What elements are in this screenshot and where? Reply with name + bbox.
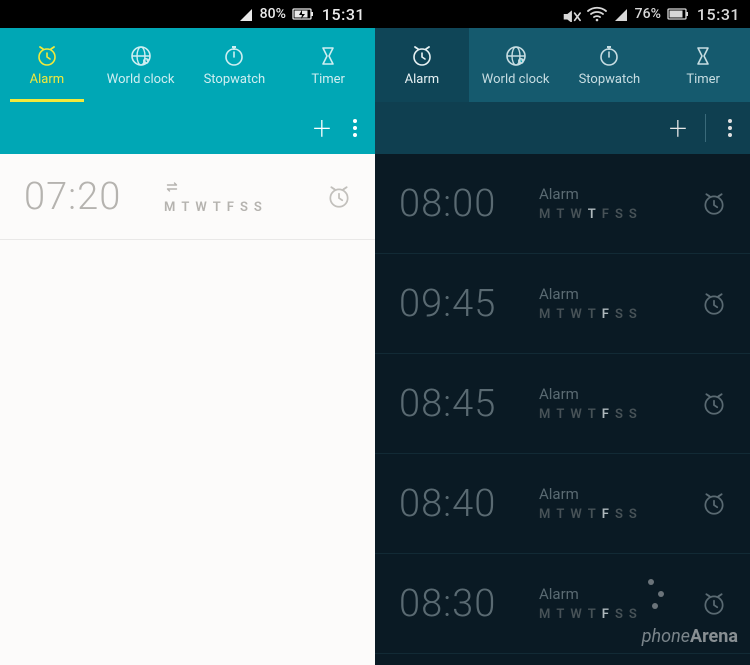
- alarm-name: Alarm: [539, 185, 696, 203]
- status-time: 15:31: [322, 5, 365, 24]
- globe-icon: [504, 43, 528, 69]
- tab-label: Timer: [686, 72, 720, 87]
- alarm-icon: [35, 43, 59, 69]
- alarm-time: 08:30: [399, 582, 539, 626]
- hourglass-icon: [691, 43, 715, 69]
- alarm-row[interactable]: 08:00Alarm MTWTFSS: [375, 154, 750, 254]
- battery-charging-icon: [292, 6, 314, 22]
- mute-icon: [561, 6, 581, 22]
- alarm-time: 09:45: [399, 282, 539, 326]
- alarm-time: 08:40: [399, 482, 539, 526]
- tab-bar: Alarm World clock Stopwatch Timer: [375, 28, 750, 102]
- tab-label: Alarm: [405, 72, 440, 87]
- add-alarm-button[interactable]: +: [313, 112, 331, 144]
- alarm-name: Alarm: [539, 585, 696, 603]
- alarm-toggle-icon[interactable]: [696, 291, 732, 317]
- alarm-row[interactable]: 08:30Alarm MTWTFSS: [375, 554, 750, 654]
- tab-timer[interactable]: Timer: [656, 28, 750, 102]
- signal-icon: [238, 7, 254, 21]
- status-bar: 80% 15:31: [0, 0, 375, 28]
- alarm-days: MTWTFSS: [164, 200, 321, 215]
- tab-alarm[interactable]: Alarm: [0, 28, 94, 102]
- action-bar: +: [375, 102, 750, 154]
- signal-icon: [613, 7, 629, 21]
- divider: [705, 114, 706, 142]
- alarm-days: MTWTFSS: [539, 307, 696, 322]
- stopwatch-icon: [222, 43, 246, 69]
- status-bar: 76% 15:31: [375, 0, 750, 28]
- overflow-menu-button[interactable]: [724, 115, 736, 141]
- overflow-menu-button[interactable]: [349, 115, 361, 141]
- alarm-toggle-icon[interactable]: [321, 184, 357, 210]
- tab-label: World clock: [107, 72, 175, 87]
- battery-icon: [667, 6, 689, 22]
- action-bar: +: [0, 102, 375, 154]
- wifi-icon: [587, 6, 607, 22]
- alarm-row[interactable]: 09:45Alarm MTWTFSS: [375, 254, 750, 354]
- alarm-row[interactable]: 08:40Alarm MTWTFSS: [375, 454, 750, 554]
- stopwatch-icon: [597, 43, 621, 69]
- alarm-days: MTWTFSS: [539, 507, 696, 522]
- tab-bar: Alarm World clock Stopwatch Timer: [0, 28, 375, 102]
- alarm-time: 07:20: [24, 175, 164, 219]
- alarm-icon: [410, 43, 434, 69]
- alarm-name: Alarm: [539, 485, 696, 503]
- tab-label: Alarm: [30, 72, 65, 87]
- alarm-time: 08:45: [399, 382, 539, 426]
- alarm-toggle-icon[interactable]: [696, 391, 732, 417]
- alarm-days: MTWTFSS: [539, 407, 696, 422]
- alarm-list[interactable]: 07:20 MTWTFSS: [0, 154, 375, 665]
- alarm-toggle-icon[interactable]: [696, 491, 732, 517]
- tab-timer[interactable]: Timer: [281, 28, 375, 102]
- repeat-icon: [164, 178, 321, 192]
- tab-label: Stopwatch: [579, 72, 641, 87]
- left-screenshot: 80% 15:31 Alarm World clock Stopwatch Ti…: [0, 0, 375, 665]
- alarm-row[interactable]: 07:20 MTWTFSS: [0, 154, 375, 240]
- globe-icon: [129, 43, 153, 69]
- add-alarm-button[interactable]: +: [669, 112, 687, 144]
- battery-pct: 80%: [260, 6, 286, 22]
- alarm-row[interactable]: 08:45Alarm MTWTFSS: [375, 354, 750, 454]
- tab-label: World clock: [482, 72, 550, 87]
- alarm-toggle-icon[interactable]: [696, 191, 732, 217]
- tab-world-clock[interactable]: World clock: [94, 28, 188, 102]
- alarm-toggle-icon[interactable]: [696, 591, 732, 617]
- alarm-time: 08:00: [399, 182, 539, 226]
- alarm-list[interactable]: 08:00AlarmMTWTFSS09:45AlarmMTWTFSS08:45A…: [375, 154, 750, 665]
- battery-pct: 76%: [635, 6, 661, 22]
- alarm-name: Alarm: [539, 385, 696, 403]
- alarm-days: MTWTFSS: [539, 207, 696, 222]
- tab-stopwatch[interactable]: Stopwatch: [188, 28, 282, 102]
- tab-stopwatch[interactable]: Stopwatch: [563, 28, 657, 102]
- alarm-name: Alarm: [539, 285, 696, 303]
- tab-world-clock[interactable]: World clock: [469, 28, 563, 102]
- hourglass-icon: [316, 43, 340, 69]
- status-time: 15:31: [697, 5, 740, 24]
- tab-alarm[interactable]: Alarm: [375, 28, 469, 102]
- tab-label: Timer: [311, 72, 345, 87]
- watermark-dots: [648, 579, 664, 609]
- tab-label: Stopwatch: [204, 72, 266, 87]
- alarm-days: MTWTFSS: [539, 607, 696, 622]
- right-screenshot: 76% 15:31 Alarm World clock Stopwatch Ti…: [375, 0, 750, 665]
